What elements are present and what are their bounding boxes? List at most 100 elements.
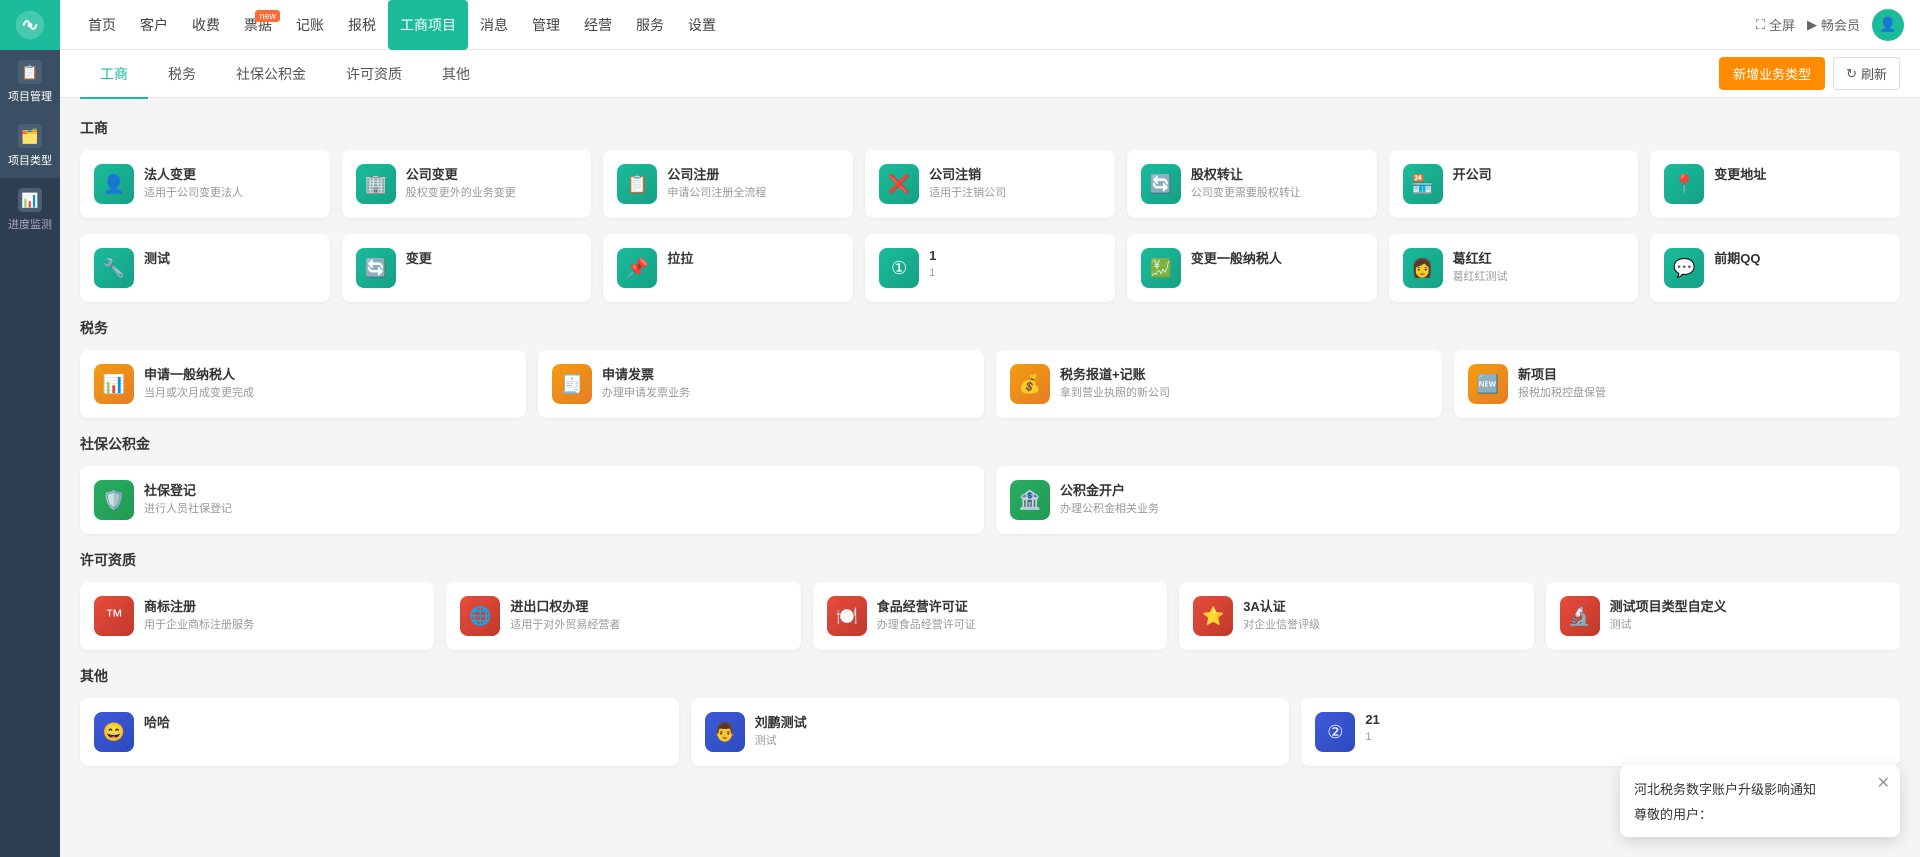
card-3a-cert[interactable]: ⭐ 3A认证 对企业信誉评级 bbox=[1179, 582, 1533, 650]
card-icon-apply-invoice: 🧾 bbox=[552, 364, 592, 404]
card-haha[interactable]: 😄 哈哈 bbox=[80, 698, 679, 766]
notification-close-btn[interactable]: ✕ bbox=[1877, 773, 1890, 793]
card-title-apply-taxpayer: 申请一般纳税人 bbox=[144, 364, 512, 383]
card-icon-trademark: ™ bbox=[94, 596, 134, 636]
member-btn[interactable]: ▶ 畅会员 bbox=[1807, 15, 1860, 34]
section-title-business: 工商 bbox=[80, 118, 1900, 138]
card-desc-company-cancel: 适用于注销公司 bbox=[929, 186, 1101, 201]
card-apply-taxpayer[interactable]: 📊 申请一般纳税人 当月或次月成变更完成 bbox=[80, 350, 526, 418]
card-desc-num1: 1 bbox=[929, 266, 1101, 281]
project-manage-icon: 📋 bbox=[18, 60, 42, 84]
card-title-trademark: 商标注册 bbox=[144, 596, 420, 615]
license-cards: ™ 商标注册 用于企业商标注册服务 🌐 进出口权办理 适用于对外贸易经营者 🍽️ bbox=[80, 582, 1900, 650]
new-type-button[interactable]: 新增业务类型 bbox=[1719, 57, 1825, 90]
nav-customer[interactable]: 客户 bbox=[128, 0, 180, 50]
refresh-button[interactable]: ↻ 刷新 bbox=[1833, 57, 1900, 90]
card-icon-company-change: 🏢 bbox=[356, 164, 396, 204]
card-icon-change-address: 📍 bbox=[1664, 164, 1704, 204]
business-cards-row1: 👤 法人变更 适用于公司变更法人 🏢 公司变更 股权变更外的业务变更 📋 bbox=[80, 150, 1900, 218]
sidebar-item-project-manage[interactable]: 📋 项目管理 bbox=[0, 50, 60, 114]
card-desc-fund-account: 办理公积金相关业务 bbox=[1060, 502, 1886, 517]
main-area: 首页 客户 收费 票据 new 记账 报税 工商项目 消息 管理 经营 bbox=[60, 0, 1920, 857]
fullscreen-btn[interactable]: ⛶ 全屏 bbox=[1756, 15, 1795, 34]
nav-operation[interactable]: 经营 bbox=[572, 0, 624, 50]
other-cards: 😄 哈哈 👨 刘鹏测试 测试 ② 21 bbox=[80, 698, 1900, 766]
sidebar-item-label: 进度监测 bbox=[8, 216, 52, 232]
card-gehonghong[interactable]: 👩 葛红红 葛红红测试 bbox=[1389, 234, 1639, 302]
card-icon-social-register: 🛡️ bbox=[94, 480, 134, 520]
card-fund-account[interactable]: 🏦 公积金开户 办理公积金相关业务 bbox=[996, 466, 1900, 534]
nav-tax[interactable]: 报税 bbox=[336, 0, 388, 50]
card-title-liupeng-test: 刘鹏测试 bbox=[755, 712, 1276, 731]
sidebar: 📋 项目管理 🗂️ 项目类型 📊 进度监测 bbox=[0, 0, 60, 857]
card-legal-change[interactable]: 👤 法人变更 适用于公司变更法人 bbox=[80, 150, 330, 218]
section-title-tax: 税务 bbox=[80, 318, 1900, 338]
card-open-company[interactable]: 🏪 开公司 bbox=[1389, 150, 1639, 218]
card-trademark[interactable]: ™ 商标注册 用于企业商标注册服务 bbox=[80, 582, 434, 650]
card-icon-change-taxpayer: 💹 bbox=[1141, 248, 1181, 288]
card-title-tax-report: 税务报道+记账 bbox=[1060, 364, 1428, 383]
card-num21[interactable]: ② 21 1 bbox=[1301, 698, 1900, 766]
nav-home[interactable]: 首页 bbox=[76, 0, 128, 50]
card-desc-food-license: 办理食品经营许可证 bbox=[877, 618, 1153, 633]
card-icon-num1: ① bbox=[879, 248, 919, 288]
card-tax-report[interactable]: 💰 税务报道+记账 拿到营业执照的新公司 bbox=[996, 350, 1442, 418]
card-title-test: 测试 bbox=[144, 248, 316, 267]
nav-business[interactable]: 工商项目 bbox=[388, 0, 468, 50]
card-title-new-project: 新项目 bbox=[1518, 364, 1886, 383]
card-equity-transfer[interactable]: 🔄 股权转让 公司变更需要股权转让 bbox=[1127, 150, 1377, 218]
user-avatar[interactable]: 👤 bbox=[1872, 9, 1904, 41]
card-new-project[interactable]: 🆕 新项目 报税加税控盘保管 bbox=[1454, 350, 1900, 418]
card-title-legal-change: 法人变更 bbox=[144, 164, 316, 183]
card-icon-test: 🔧 bbox=[94, 248, 134, 288]
card-icon-lala: 📌 bbox=[617, 248, 657, 288]
card-change-address[interactable]: 📍 变更地址 bbox=[1650, 150, 1900, 218]
card-desc-num21: 1 bbox=[1365, 730, 1886, 745]
nav-manage[interactable]: 管理 bbox=[520, 0, 572, 50]
card-icon-food-license: 🍽️ bbox=[827, 596, 867, 636]
card-test[interactable]: 🔧 测试 bbox=[80, 234, 330, 302]
card-lala[interactable]: 📌 拉拉 bbox=[603, 234, 853, 302]
card-import-export[interactable]: 🌐 进出口权办理 适用于对外贸易经营者 bbox=[446, 582, 800, 650]
play-icon: ▶ bbox=[1807, 17, 1817, 33]
card-icon-liupeng-test: 👨 bbox=[705, 712, 745, 752]
nav-ticket[interactable]: 票据 new bbox=[232, 0, 284, 50]
card-icon-company-cancel: ❌ bbox=[879, 164, 919, 204]
card-food-license[interactable]: 🍽️ 食品经营许可证 办理食品经营许可证 bbox=[813, 582, 1167, 650]
subtab-other[interactable]: 其他 bbox=[422, 51, 490, 99]
nav-settings[interactable]: 设置 bbox=[676, 0, 728, 50]
card-title-social-register: 社保登记 bbox=[144, 480, 970, 499]
subtab-social-fund[interactable]: 社保公积金 bbox=[216, 51, 326, 99]
card-liupeng-test[interactable]: 👨 刘鹏测试 测试 bbox=[691, 698, 1290, 766]
nav-message[interactable]: 消息 bbox=[468, 0, 520, 50]
subtab-business[interactable]: 工商 bbox=[80, 51, 148, 99]
subtab-license[interactable]: 许可资质 bbox=[326, 51, 422, 99]
card-num1[interactable]: ① 1 1 bbox=[865, 234, 1115, 302]
card-change2[interactable]: 🔄 变更 bbox=[342, 234, 592, 302]
card-title-change-taxpayer: 变更一般纳税人 bbox=[1191, 248, 1363, 267]
card-icon-haha: 😄 bbox=[94, 712, 134, 752]
subtab-tax[interactable]: 税务 bbox=[148, 51, 216, 99]
card-desc-apply-invoice: 办理申请发票业务 bbox=[602, 386, 970, 401]
card-icon-tax-report: 💰 bbox=[1010, 364, 1050, 404]
card-test-type[interactable]: 🔬 测试项目类型自定义 测试 bbox=[1546, 582, 1900, 650]
nav-service[interactable]: 服务 bbox=[624, 0, 676, 50]
card-company-change[interactable]: 🏢 公司变更 股权变更外的业务变更 bbox=[342, 150, 592, 218]
sidebar-item-progress-monitor[interactable]: 📊 进度监测 bbox=[0, 178, 60, 242]
card-company-cancel[interactable]: ❌ 公司注销 适用于注销公司 bbox=[865, 150, 1115, 218]
nav-billing[interactable]: 收费 bbox=[180, 0, 232, 50]
card-social-register[interactable]: 🛡️ 社保登记 进行人员社保登记 bbox=[80, 466, 984, 534]
card-apply-invoice[interactable]: 🧾 申请发票 办理申请发票业务 bbox=[538, 350, 984, 418]
card-title-open-company: 开公司 bbox=[1453, 164, 1625, 183]
card-desc-3a-cert: 对企业信誉评级 bbox=[1243, 618, 1519, 633]
section-title-license: 许可资质 bbox=[80, 550, 1900, 570]
card-company-register[interactable]: 📋 公司注册 申请公司注册全流程 bbox=[603, 150, 853, 218]
card-change-taxpayer[interactable]: 💹 变更一般纳税人 bbox=[1127, 234, 1377, 302]
project-type-icon: 🗂️ bbox=[18, 124, 42, 148]
nav-accounting[interactable]: 记账 bbox=[284, 0, 336, 50]
card-desc-import-export: 适用于对外贸易经营者 bbox=[510, 618, 786, 633]
card-front-qq[interactable]: 💬 前期QQ bbox=[1650, 234, 1900, 302]
card-desc-social-register: 进行人员社保登记 bbox=[144, 502, 970, 517]
card-icon-legal-change: 👤 bbox=[94, 164, 134, 204]
sidebar-item-project-type[interactable]: 🗂️ 项目类型 bbox=[0, 114, 60, 178]
